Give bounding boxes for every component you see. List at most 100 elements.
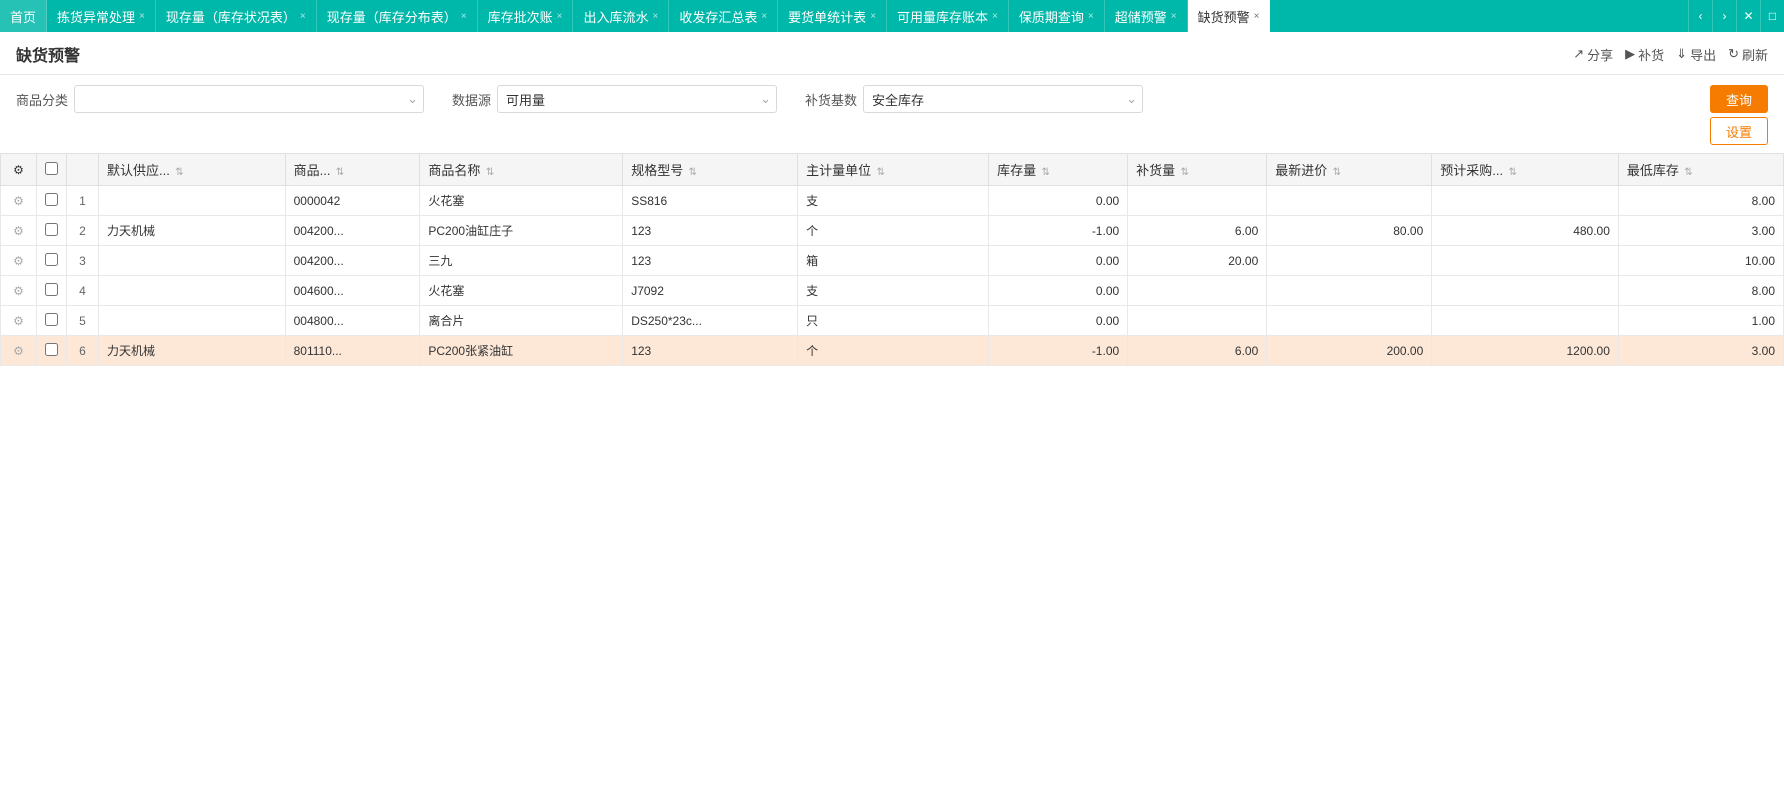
close-icon[interactable]: ×: [300, 11, 306, 22]
table-row: ⚙ 3 004200... 三九 123 箱 0.00 20.00 10.00: [1, 246, 1784, 276]
column-min-stock[interactable]: 最低库存 ⇅: [1618, 154, 1783, 186]
action-btn-group: 查询 设置: [1710, 85, 1768, 145]
column-supplier[interactable]: 默认供应... ⇅: [99, 154, 286, 186]
close-icon[interactable]: ×: [761, 11, 767, 22]
tab-batch-ledger[interactable]: 库存批次账 ×: [478, 0, 574, 32]
row-supplier: [99, 306, 286, 336]
table-row: ⚙ 5 004800... 离合片 DS250*23c... 只 0.00 1.…: [1, 306, 1784, 336]
row-checkbox[interactable]: [45, 313, 58, 326]
row-seq: 2: [67, 216, 99, 246]
replenish-button[interactable]: ▶ 补货: [1625, 45, 1664, 64]
row-product-name: 三九: [420, 246, 623, 276]
row-checkbox[interactable]: [45, 223, 58, 236]
row-spec: DS250*23c...: [623, 306, 798, 336]
tab-expiry[interactable]: 保质期查询 ×: [1009, 0, 1105, 32]
close-icon[interactable]: ×: [557, 11, 563, 22]
datasource-value: 可用量: [506, 90, 545, 109]
row-gear[interactable]: ⚙: [1, 246, 37, 276]
row-gear[interactable]: ⚙: [1, 186, 37, 216]
column-product-code[interactable]: 商品... ⇅: [285, 154, 420, 186]
share-button[interactable]: ↗ 分享: [1573, 45, 1613, 64]
tab-inventory-dist[interactable]: 现存量（库存分布表） ×: [317, 0, 478, 32]
data-table: ⚙ 默认供应... ⇅ 商品... ⇅ 商品名称 ⇅: [0, 153, 1784, 366]
tab-close-button[interactable]: ✕: [1736, 0, 1760, 32]
row-checkbox-cell: [37, 246, 67, 276]
table-row: ⚙ 4 004600... 火花塞 J7092 支 0.00 8.00: [1, 276, 1784, 306]
close-icon[interactable]: ×: [652, 11, 658, 22]
setting-button[interactable]: 设置: [1710, 117, 1768, 145]
row-stock: -1.00: [989, 216, 1128, 246]
row-est-purchase: [1432, 306, 1619, 336]
row-supplier: 力天机械: [99, 216, 286, 246]
tab-prev-button[interactable]: ‹: [1688, 0, 1712, 32]
row-product-name: 火花塞: [420, 276, 623, 306]
tab-home[interactable]: 首页: [0, 0, 47, 32]
close-icon[interactable]: ×: [139, 11, 145, 22]
tab-inventory-status[interactable]: 现存量（库存状况表） ×: [156, 0, 317, 32]
close-icon[interactable]: ×: [870, 11, 876, 22]
select-all-checkbox[interactable]: [45, 162, 58, 175]
row-est-purchase: [1432, 246, 1619, 276]
replenish-base-filter-group: 补货基数 安全库存 ⌄: [805, 85, 1143, 113]
replenish-base-select[interactable]: 安全库存: [863, 85, 1143, 113]
tab-expand-button[interactable]: □: [1760, 0, 1784, 32]
row-product-code: 0000042: [285, 186, 420, 216]
close-icon[interactable]: ×: [461, 11, 467, 22]
row-min-stock: 3.00: [1618, 336, 1783, 366]
column-product-name[interactable]: 商品名称 ⇅: [420, 154, 623, 186]
row-latest-price: 80.00: [1267, 216, 1432, 246]
category-select[interactable]: [74, 85, 424, 113]
sort-icon: ⇅: [876, 167, 884, 178]
query-button[interactable]: 查询: [1710, 85, 1768, 113]
column-replenish[interactable]: 补货量 ⇅: [1128, 154, 1267, 186]
row-checkbox-cell: [37, 336, 67, 366]
row-gear[interactable]: ⚙: [1, 306, 37, 336]
sort-icon: ⇅: [175, 167, 183, 178]
row-unit: 支: [798, 276, 989, 306]
row-unit: 只: [798, 306, 989, 336]
row-product-code: 801110...: [285, 336, 420, 366]
table-row: ⚙ 1 0000042 火花塞 SS816 支 0.00 8.00: [1, 186, 1784, 216]
row-gear[interactable]: ⚙: [1, 336, 37, 366]
row-checkbox[interactable]: [45, 343, 58, 356]
close-icon[interactable]: ×: [1254, 11, 1260, 22]
row-gear[interactable]: ⚙: [1, 276, 37, 306]
export-icon: ⇓: [1676, 46, 1687, 62]
row-replenish: [1128, 186, 1267, 216]
column-est-purchase[interactable]: 预计采购... ⇅: [1432, 154, 1619, 186]
column-unit[interactable]: 主计量单位 ⇅: [798, 154, 989, 186]
sort-icon: ⇅: [1181, 167, 1189, 178]
datasource-select[interactable]: 可用量: [497, 85, 777, 113]
tab-shortage[interactable]: 缺货预警 ×: [1188, 0, 1271, 32]
row-checkbox[interactable]: [45, 283, 58, 296]
column-latest-price[interactable]: 最新进价 ⇅: [1267, 154, 1432, 186]
tab-overstock[interactable]: 超储预警 ×: [1105, 0, 1188, 32]
row-spec: J7092: [623, 276, 798, 306]
replenish-icon: ▶: [1625, 46, 1635, 62]
column-spec[interactable]: 规格型号 ⇅: [623, 154, 798, 186]
replenish-base-select-wrapper: 安全库存 ⌄: [863, 85, 1143, 113]
tab-available-ledger[interactable]: 可用量库存账本 ×: [887, 0, 1009, 32]
row-gear[interactable]: ⚙: [1, 216, 37, 246]
tab-next-button[interactable]: ›: [1712, 0, 1736, 32]
close-icon[interactable]: ×: [1088, 11, 1094, 22]
row-stock: 0.00: [989, 306, 1128, 336]
export-button[interactable]: ⇓ 导出: [1676, 45, 1716, 64]
tab-picking[interactable]: 拣货异常处理 ×: [47, 0, 156, 32]
replenish-base-label: 补货基数: [805, 90, 857, 109]
row-spec: 123: [623, 216, 798, 246]
column-gear[interactable]: ⚙: [1, 154, 37, 186]
close-icon[interactable]: ×: [992, 11, 998, 22]
row-latest-price: [1267, 246, 1432, 276]
tab-summary[interactable]: 收发存汇总表 ×: [669, 0, 778, 32]
tab-requisition[interactable]: 要货单统计表 ×: [778, 0, 887, 32]
row-checkbox[interactable]: [45, 253, 58, 266]
close-icon[interactable]: ×: [1171, 11, 1177, 22]
refresh-button[interactable]: ↻ 刷新: [1728, 45, 1768, 64]
row-unit: 个: [798, 216, 989, 246]
row-est-purchase: 480.00: [1432, 216, 1619, 246]
row-checkbox[interactable]: [45, 193, 58, 206]
table-body: ⚙ 1 0000042 火花塞 SS816 支 0.00 8.00 ⚙ 2 力天…: [1, 186, 1784, 366]
tab-inout-flow[interactable]: 出入库流水 ×: [573, 0, 669, 32]
column-stock[interactable]: 库存量 ⇅: [989, 154, 1128, 186]
